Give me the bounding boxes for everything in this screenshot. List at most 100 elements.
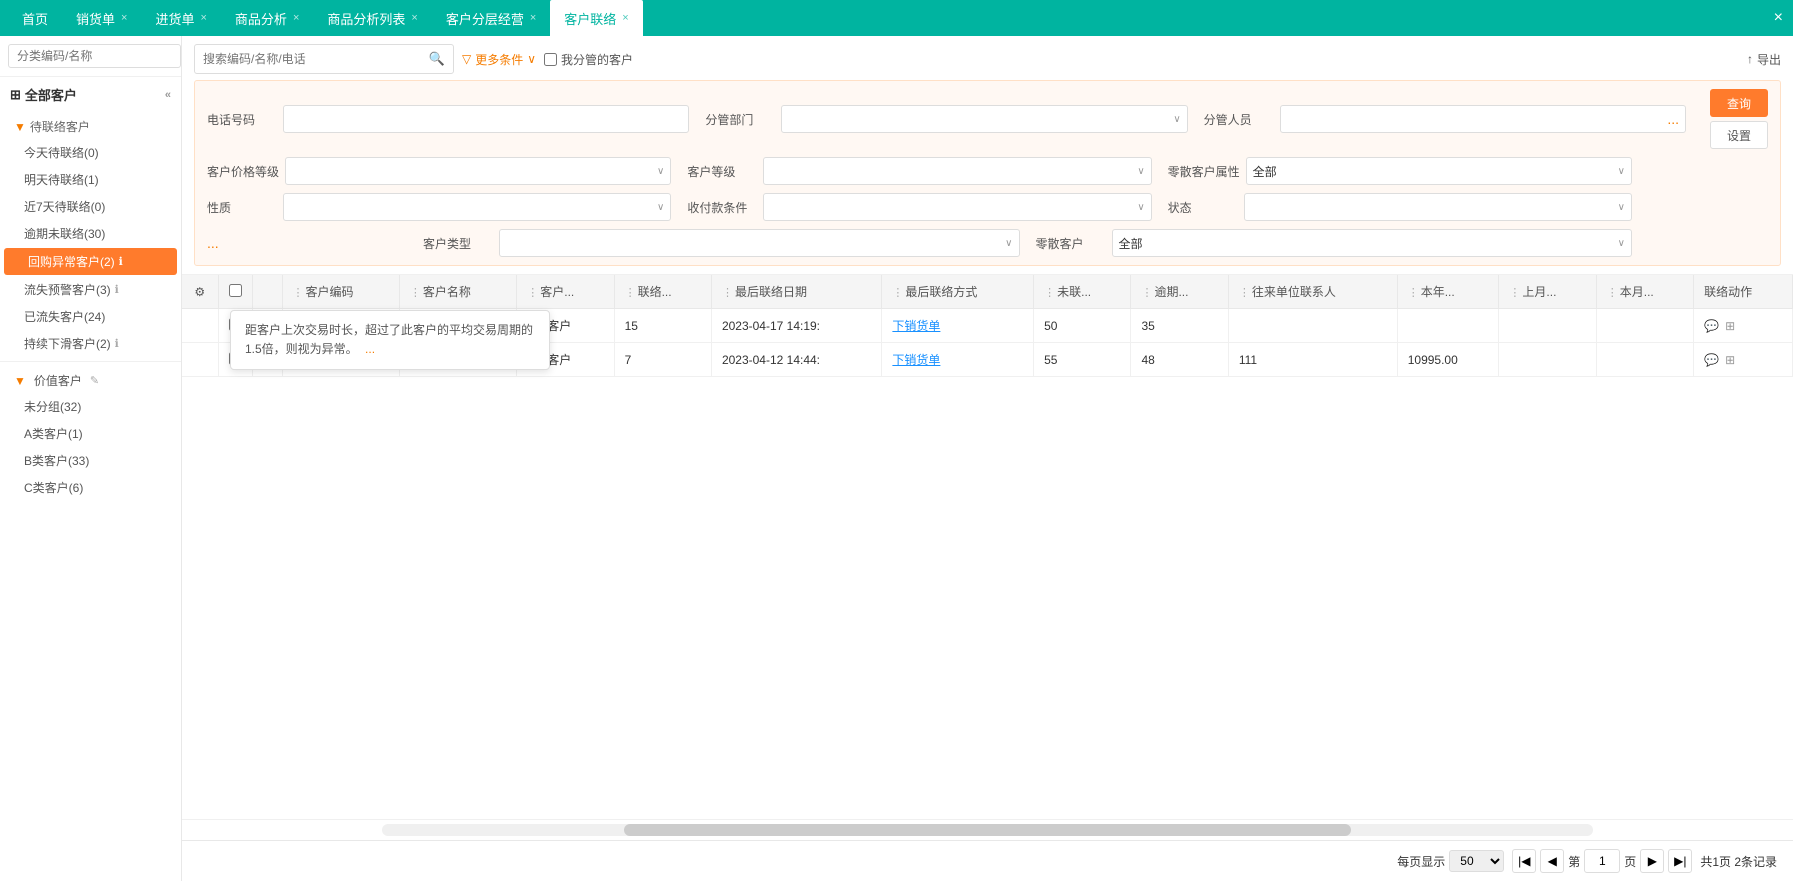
customer-type-select[interactable]: ∨	[499, 229, 1020, 257]
table-last-method-col: ⋮最后联络方式	[882, 275, 1034, 309]
query-button[interactable]: 查询	[1710, 89, 1768, 117]
table-settings-col[interactable]: ⚙	[182, 275, 218, 309]
retail-customer-arrow-icon: ∨	[1618, 238, 1625, 249]
close-product-analysis-icon[interactable]: ×	[293, 12, 299, 24]
export-icon: ↑	[1747, 52, 1753, 66]
export-button[interactable]: ↑ 导出	[1747, 51, 1781, 68]
close-customer-contact-icon[interactable]: ×	[622, 12, 628, 24]
nav-purchase-order[interactable]: 进货单 ×	[141, 0, 220, 36]
edit-icon[interactable]: ✎	[90, 374, 99, 387]
last-page-button[interactable]: ▶|	[1668, 849, 1692, 873]
churned-item[interactable]: 已流失客户(24)	[0, 303, 181, 330]
close-all-tabs-icon[interactable]: ×	[1774, 9, 1783, 27]
row2-this-year: 10995.00	[1397, 343, 1499, 377]
table-no-col	[252, 275, 282, 309]
row1-overdue: 35	[1131, 309, 1228, 343]
c-class-item[interactable]: C类客户(6)	[0, 474, 181, 501]
customer-level-select[interactable]: ∨	[763, 157, 1151, 185]
row2-grid-icon[interactable]: ⊞	[1725, 353, 1735, 367]
scrollbar-thumb	[624, 824, 1351, 836]
first-page-button[interactable]: |◀	[1512, 849, 1536, 873]
sidebar-collapse-icon[interactable]: «	[165, 89, 171, 101]
manager-field: 分管人员 ...	[1204, 105, 1686, 133]
info-icon2: ℹ	[115, 283, 119, 296]
close-sales-order-icon[interactable]: ×	[121, 12, 127, 24]
repurchase-tooltip: 距客户上次交易时长，超过了此客户的平均交易周期的1.5倍，则视为异常。	[230, 310, 550, 370]
row1-this-month	[1596, 309, 1693, 343]
manager-ellipsis[interactable]: ...	[1667, 111, 1679, 127]
churn-warning-item[interactable]: 流失预警客户(3) ℹ	[0, 276, 181, 303]
manager-select[interactable]: ...	[1280, 105, 1686, 133]
table-last-month-col: ⋮上月...	[1499, 275, 1596, 309]
row1-grid-icon[interactable]: ⊞	[1725, 319, 1735, 333]
status-select[interactable]: ∨	[1244, 193, 1632, 221]
today-pending-item[interactable]: 今天待联络(0)	[0, 139, 181, 166]
nav-customer-contact[interactable]: 客户联络 ×	[550, 0, 642, 36]
chevron-down-icon: ∨	[527, 52, 536, 66]
close-purchase-icon[interactable]: ×	[200, 12, 206, 24]
row2-comment-icon[interactable]: 💬	[1704, 353, 1719, 367]
row2-contact: 7	[614, 343, 711, 377]
table-code-col: ⋮客户编码	[282, 275, 399, 309]
settings-button[interactable]: 设置	[1710, 121, 1768, 149]
nav-product-analysis[interactable]: 商品分析 ×	[221, 0, 313, 36]
filter-actions: 查询 设置	[1710, 89, 1768, 149]
retail-customer-select[interactable]: 全部 ∨	[1112, 229, 1633, 257]
table-unread-col: ⋮未联...	[1034, 275, 1131, 309]
b-class-item[interactable]: B类客户(33)	[0, 447, 181, 474]
row2-settings	[182, 343, 218, 377]
nav-product-analysis-list[interactable]: 商品分析列表 ×	[313, 0, 431, 36]
table-checkbox-col	[218, 275, 252, 309]
payment-select[interactable]: ∨	[763, 193, 1151, 221]
row2-this-month	[1596, 343, 1693, 377]
week-pending-item[interactable]: 近7天待联络(0)	[0, 193, 181, 220]
table-action-col: 联络动作	[1694, 275, 1793, 309]
prev-page-button[interactable]: ◀	[1540, 849, 1564, 873]
ungroup-item[interactable]: 未分组(32)	[0, 393, 181, 420]
sidebar-divider	[0, 361, 181, 362]
payment-field: 收付款条件 ∨	[687, 193, 1151, 221]
horizontal-scrollbar[interactable]	[382, 824, 1593, 836]
nav-customer-segmentation[interactable]: 客户分层经营 ×	[432, 0, 550, 36]
my-customers-checkbox-wrap[interactable]: 我分管的客户	[544, 51, 633, 68]
row1-unit-contact	[1228, 309, 1397, 343]
price-level-select[interactable]: ∨	[285, 157, 671, 185]
pending-contact-group[interactable]: ▼ 待联络客户	[0, 112, 181, 139]
content-area: 🔍 ▽ 更多条件 ∨ 我分管的客户 ↑ 导出	[182, 36, 1793, 881]
close-product-list-icon[interactable]: ×	[411, 12, 417, 24]
nav-home[interactable]: 首页	[8, 0, 62, 36]
arrow-down-icon: ▼	[14, 120, 26, 134]
more-ellipsis-field: ...	[207, 235, 407, 251]
gender-select[interactable]: ∨	[283, 193, 671, 221]
my-customers-checkbox[interactable]	[544, 53, 557, 66]
all-customers-section[interactable]: ⊞ 全部客户 «	[0, 77, 181, 112]
select-all-checkbox[interactable]	[229, 284, 242, 297]
payment-arrow-icon: ∨	[1137, 202, 1144, 213]
value-customer-group[interactable]: ▼ 价值客户 ✎	[0, 366, 181, 393]
retail-attr-select[interactable]: 全部 ∨	[1246, 157, 1632, 185]
declining-item[interactable]: 持续下滑客户(2) ℹ	[0, 330, 181, 357]
info-icon: ℹ	[119, 255, 123, 268]
more-conditions-button[interactable]: ▽ 更多条件 ∨	[462, 51, 536, 68]
nav-sales-order[interactable]: 销货单 ×	[62, 0, 141, 36]
phone-input[interactable]	[283, 105, 689, 133]
gender-field: 性质 ∨	[207, 193, 671, 221]
page-number-input[interactable]	[1584, 849, 1620, 873]
tomorrow-pending-item[interactable]: 明天待联络(1)	[0, 166, 181, 193]
a-class-item[interactable]: A类客户(1)	[0, 420, 181, 447]
next-page-button[interactable]: ▶	[1640, 849, 1664, 873]
table-contact-col: ⋮联络...	[614, 275, 711, 309]
overdue-pending-item[interactable]: 逾期未联络(30)	[0, 220, 181, 247]
sidebar-search-input[interactable]	[8, 44, 181, 68]
row1-comment-icon[interactable]: 💬	[1704, 319, 1719, 333]
main-search-icon[interactable]: 🔍	[429, 51, 445, 67]
main-search-input[interactable]	[203, 52, 425, 66]
filter-row1: 🔍 ▽ 更多条件 ∨ 我分管的客户 ↑ 导出	[194, 44, 1781, 74]
per-page-select[interactable]: 50 100 200	[1449, 850, 1504, 872]
filter-row-3: 性质 ∨ 收付款条件 ∨ 状态	[207, 193, 1768, 221]
dept-select[interactable]: ∨	[781, 105, 1187, 133]
close-customer-seg-icon[interactable]: ×	[530, 12, 536, 24]
repurchase-abnormal-item[interactable]: 回购异常客户(2) ℹ	[4, 248, 177, 275]
per-page-area: 每页显示 50 100 200	[1397, 850, 1504, 872]
table-this-month-col: ⋮本月...	[1596, 275, 1693, 309]
